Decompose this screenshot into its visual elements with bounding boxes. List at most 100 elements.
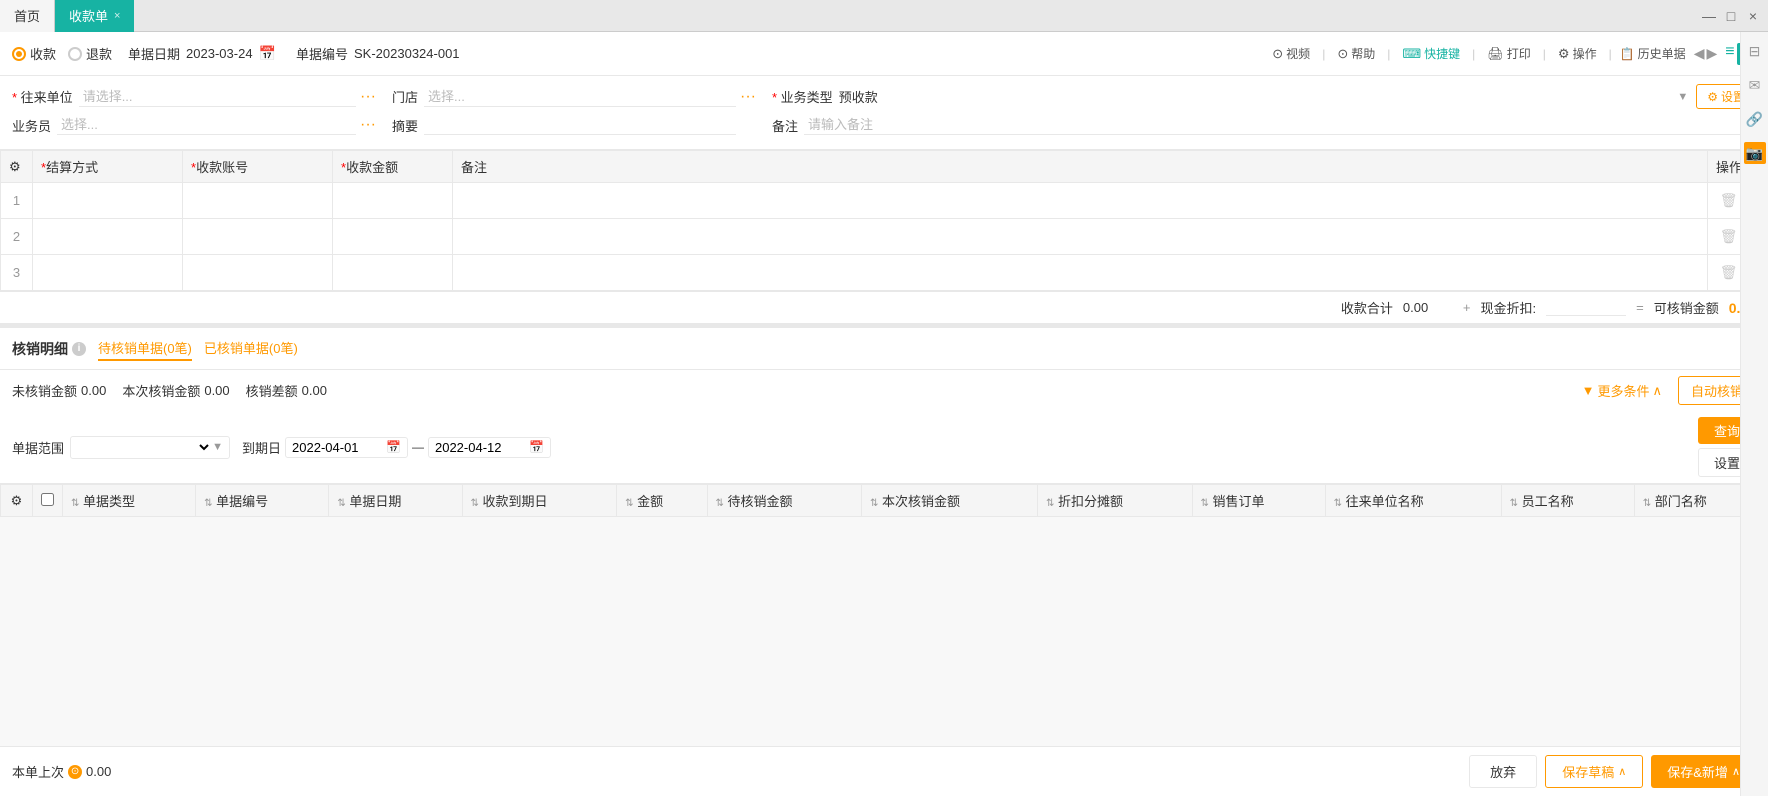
top-toolbar: 收款 退款 单据日期 2023-03-24 📅 单据编号 SK-20230324… <box>0 32 1768 76</box>
account-cell[interactable] <box>183 255 333 291</box>
amount-cell[interactable] <box>333 255 453 291</box>
summary-input[interactable] <box>424 115 736 135</box>
plus-sign: + <box>1463 300 1471 315</box>
form-section: 往来单位 ··· 门店 ··· 业务类型 预收款 ▼ ⚙ 设置 <box>0 76 1768 150</box>
help-action[interactable]: ⊙ 帮助 <box>1333 45 1379 62</box>
print-label: 打印 <box>1507 45 1531 62</box>
settlement-cell[interactable] <box>33 255 183 291</box>
minimize-button[interactable]: — <box>1702 9 1716 23</box>
sidebar-mail-icon[interactable]: ✉ <box>1744 74 1766 96</box>
calendar-icon[interactable]: 📅 <box>259 45 276 62</box>
voucher-range-select[interactable] <box>77 439 212 456</box>
carry-over-info: 本单上次 ⊙ 0.00 <box>12 762 111 781</box>
header-voucher_no: ⇅ 单据编号 <box>196 485 329 517</box>
list-view-icon[interactable]: ≡ <box>1725 43 1734 65</box>
header-voucher_date: ⇅ 单据日期 <box>329 485 462 517</box>
delete-icon[interactable]: 🗑 <box>1720 228 1738 245</box>
counterpart-input[interactable] <box>79 87 356 107</box>
calendar-from-icon[interactable]: 📅 <box>386 440 401 454</box>
carry-over-info-icon[interactable]: ⊙ <box>68 765 82 779</box>
business-type-chevron[interactable]: ▼ <box>1677 91 1688 103</box>
writeoff-info-icon[interactable]: i <box>72 342 86 356</box>
video-icon: ⊙ <box>1272 46 1283 62</box>
remark-cell[interactable] <box>453 219 1708 255</box>
table-gear-header[interactable]: ⚙ <box>1 151 33 183</box>
store-input[interactable] <box>424 87 736 107</box>
remark-cell[interactable] <box>453 255 1708 291</box>
print-action[interactable]: 🖨 打印 <box>1483 45 1535 62</box>
help-icon: ⊙ <box>1337 46 1348 62</box>
abandon-button[interactable]: 放弃 <box>1469 755 1537 788</box>
form-row-2: 业务员 ··· 摘要 ··· 备注 <box>12 115 1756 135</box>
sidebar-camera-icon[interactable]: 📷 <box>1744 142 1766 164</box>
tab-home[interactable]: 首页 <box>0 0 55 32</box>
salesperson-field: 业务员 ··· <box>12 115 392 135</box>
row-num: 1 <box>1 183 33 219</box>
remarks-input[interactable] <box>804 115 1756 135</box>
business-type-field: 业务类型 预收款 ▼ ⚙ 设置 <box>772 84 1756 109</box>
discount-input[interactable] <box>1546 300 1626 316</box>
discount-label: 现金折扣: <box>1481 298 1537 317</box>
header-counterpart_name: ⇅ 往来单位名称 <box>1325 485 1501 517</box>
select-all-checkbox[interactable] <box>41 493 54 506</box>
account-header: *收款账号 <box>183 151 333 183</box>
history-action[interactable]: 📋 历史单据 <box>1620 45 1686 62</box>
delete-icon[interactable]: 🗑 <box>1720 264 1738 281</box>
save-draft-chevron: ∧ <box>1618 765 1626 778</box>
store-more-btn[interactable]: ··· <box>740 88 756 106</box>
sidebar-table-icon[interactable]: ⊟ <box>1744 40 1766 62</box>
prev-arrow[interactable]: ◀ <box>1694 45 1705 62</box>
delete-icon[interactable]: 🗑 <box>1720 192 1738 209</box>
sep1: | <box>1322 47 1325 61</box>
tab-receipt[interactable]: 收款单 × <box>55 0 134 32</box>
diff-stat: 核销差额 0.00 <box>246 381 327 400</box>
home-tab-label: 首页 <box>14 6 40 25</box>
account-cell[interactable] <box>183 183 333 219</box>
settlement-header: *结算方式 <box>33 151 183 183</box>
header-amount: ⇅ 金额 <box>617 485 707 517</box>
date-from-container: 📅 <box>285 437 408 458</box>
tab-done[interactable]: 已核销单据(0笔) <box>204 336 298 361</box>
writeoff-checkbox-header <box>33 485 63 517</box>
maximize-button[interactable]: □ <box>1724 9 1738 23</box>
date-value: 2023-03-24 <box>186 46 253 61</box>
header-discount: ⇅ 折扣分摊额 <box>1037 485 1192 517</box>
date-to-container: 📅 <box>428 437 551 458</box>
date-to-input[interactable] <box>435 440 525 455</box>
calendar-to-icon[interactable]: 📅 <box>529 440 544 454</box>
more-conditions-btn[interactable]: ▼ 更多条件 ∧ <box>1582 381 1662 400</box>
next-arrow[interactable]: ▶ <box>1706 45 1717 62</box>
amount-cell[interactable] <box>333 219 453 255</box>
salesperson-input[interactable] <box>57 115 356 135</box>
store-label: 门店 <box>392 87 418 106</box>
remark-cell[interactable] <box>453 183 1708 219</box>
date-from-input[interactable] <box>292 440 382 455</box>
operation-action[interactable]: ⚙ 操作 <box>1554 45 1601 62</box>
receipt-table: ⚙ *结算方式 *收款账号 *收款金额 备注 操作 1 <box>0 150 1768 291</box>
remarks-field: 备注 <box>772 115 1756 135</box>
refund-radio[interactable]: 退款 <box>68 44 112 63</box>
save-draft-button[interactable]: 保存草稿 ∧ <box>1545 755 1643 788</box>
verify-label: 可核销金额 <box>1654 298 1719 317</box>
summary-field: 摘要 ··· <box>392 115 772 135</box>
salesperson-more-btn[interactable]: ··· <box>360 116 376 134</box>
video-action[interactable]: ⊙ 视频 <box>1268 45 1314 62</box>
conditions-chevron: ∧ <box>1652 383 1662 399</box>
writeoff-gear-header[interactable]: ⚙ <box>1 485 33 517</box>
shortcut-action[interactable]: ⌨ 快捷键 <box>1398 45 1464 62</box>
equals-sign: = <box>1636 300 1644 315</box>
history-icon: 📋 <box>1620 47 1635 61</box>
counterpart-more-btn[interactable]: ··· <box>360 88 376 106</box>
tab-close-icon[interactable]: × <box>114 10 120 22</box>
settlement-cell[interactable] <box>33 183 183 219</box>
writeoff-title: 核销明细 i <box>12 339 86 359</box>
writeoff-filters: 单据范围 ▼ 到期日 📅 — 📅 <box>0 411 1768 484</box>
sidebar-link-icon[interactable]: 🔗 <box>1744 108 1766 130</box>
account-cell[interactable] <box>183 219 333 255</box>
receipt-radio[interactable]: 收款 <box>12 44 56 63</box>
tab-pending[interactable]: 待核销单据(0笔) <box>98 336 192 361</box>
settlement-cell[interactable] <box>33 219 183 255</box>
amount-cell[interactable] <box>333 183 453 219</box>
close-button[interactable]: × <box>1746 9 1760 23</box>
remarks-label: 备注 <box>772 116 798 135</box>
